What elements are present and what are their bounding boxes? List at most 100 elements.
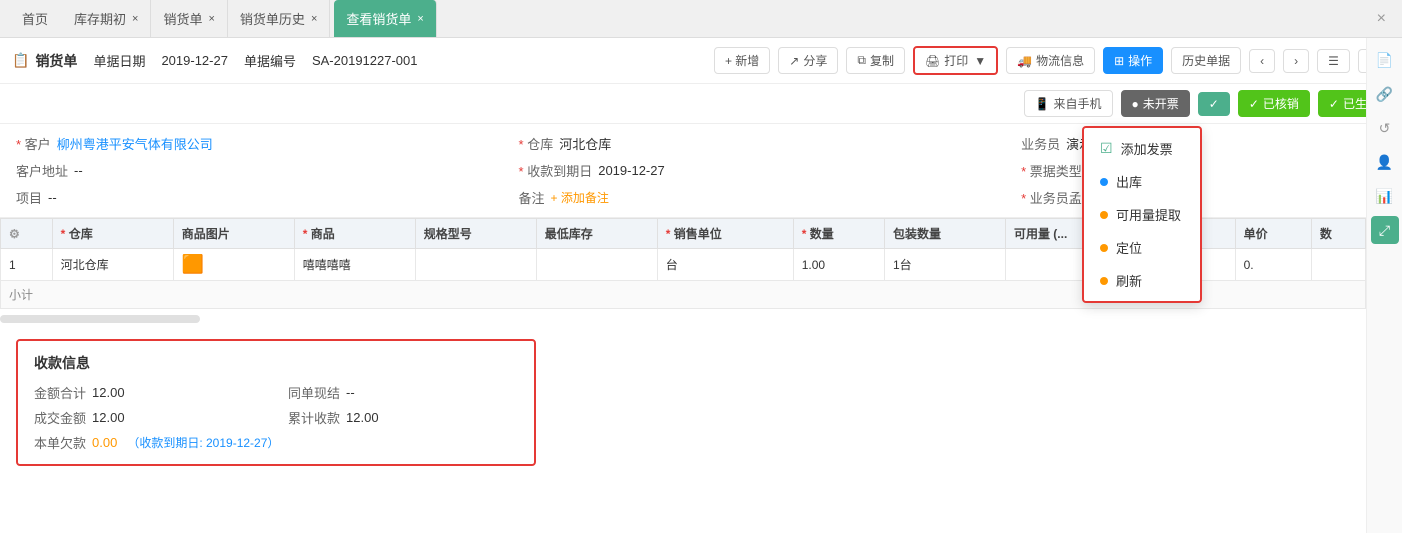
phone-icon: 📱 (1035, 97, 1050, 111)
remark-add-button[interactable]: + 添加备注 (551, 189, 609, 206)
row-product: 嘻嘻嘻嘻 (294, 249, 415, 281)
col-image: 商品图片 (173, 219, 294, 249)
from-phone-button[interactable]: 📱 来自手机 (1024, 90, 1113, 117)
project-row: 项目 -- (16, 188, 503, 207)
toolbar: + 新增 ↗ 分享 ⧉ 复制 🖨 打印 ▼ 🚚 物流信息 (714, 46, 1390, 75)
grid-view-button[interactable]: ☰ (1317, 49, 1350, 73)
tab-close-view-sales[interactable]: × (417, 13, 423, 25)
dropdown-outbound[interactable]: 出库 (1084, 165, 1200, 198)
orange-dot-icon-1 (1100, 211, 1108, 219)
copy-button[interactable]: ⧉ 复制 (846, 47, 905, 74)
total-received-value: 12.00 (346, 410, 379, 425)
col-unit: 销售单位 (657, 219, 793, 249)
tab-sales[interactable]: 销货单 × (151, 0, 227, 37)
copy-icon: ⧉ (857, 53, 866, 68)
dropdown-outbound-label: 出库 (1116, 172, 1142, 191)
dropdown-available-extract[interactable]: 可用量提取 (1084, 198, 1200, 231)
not-opened-button[interactable]: ● 未开票 (1121, 90, 1190, 117)
deal-amount-value: 12.00 (92, 410, 125, 425)
staff-label: 业务员 (1021, 134, 1060, 153)
row-amount (1311, 249, 1365, 281)
settings-icon[interactable]: ⚙ (9, 227, 20, 241)
logistics-button[interactable]: 🚚 物流信息 (1006, 47, 1095, 74)
customer-row: 客户 柳州粤港平安气体有限公司 (16, 134, 503, 153)
row-qty: 1.00 (793, 249, 884, 281)
col-price: 单价 (1235, 219, 1311, 249)
prev-button[interactable]: ‹ (1249, 49, 1275, 73)
col-qty: 数量 (793, 219, 884, 249)
sidebar-icon-chart[interactable]: 📊 (1371, 182, 1399, 210)
sidebar-icon-user[interactable]: 👤 (1371, 148, 1399, 176)
due-date-label: 收款到期日 (519, 161, 593, 180)
due-date-row: 收款到期日 2019-12-27 (519, 161, 1006, 180)
amount-value: 12.00 (92, 385, 125, 400)
dropdown-refresh[interactable]: 刷新 (1084, 264, 1200, 297)
payment-title: 收款信息 (34, 353, 518, 373)
total-received-row: 累计收款 12.00 (288, 408, 518, 427)
address-label: 客户地址 (16, 161, 68, 180)
dropdown-refresh-label: 刷新 (1116, 271, 1142, 290)
tab-close-inventory[interactable]: × (132, 13, 138, 25)
address-row: 客户地址 -- (16, 161, 503, 180)
date-label: 单据日期 (93, 51, 145, 70)
print-dropdown-arrow: ▼ (974, 54, 986, 68)
blue-dot-icon (1100, 178, 1108, 186)
checkbox-icon: ☑ (1100, 140, 1113, 157)
dropdown-menu: ☑ 添加发票 出库 可用量提取 定位 刷新 (1082, 126, 1202, 303)
doc-header: 📋 销货单 单据日期 2019-12-27 单据编号 SA-20191227-0… (0, 38, 1402, 84)
tab-home[interactable]: 首页 (8, 9, 62, 28)
row-warehouse: 河北仓库 (52, 249, 173, 281)
sidebar-icon-doc[interactable]: 📄 (1371, 46, 1399, 74)
horizontal-scrollbar[interactable] (0, 315, 200, 323)
tab-close-all[interactable]: × (1369, 10, 1394, 28)
next-button[interactable]: › (1283, 49, 1309, 73)
due-date-value: 2019-12-27 (598, 163, 665, 178)
check-button[interactable]: ✓ (1198, 92, 1230, 116)
warehouse-value: 河北仓库 (559, 134, 611, 153)
customer-label: 客户 (16, 134, 51, 153)
row-price: 0. (1235, 249, 1311, 281)
new-button[interactable]: + 新增 (714, 47, 770, 74)
print-button[interactable]: 🖨 打印 ▼ (913, 46, 998, 75)
warehouse-row: 仓库 河北仓库 (519, 134, 1006, 153)
remark-row: 备注 + 添加备注 (519, 188, 1006, 207)
salesman-label: 业务员孟 (1021, 188, 1082, 207)
sidebar-icon-expand[interactable]: ⤢ (1371, 216, 1399, 244)
col-min-stock: 最低库存 (536, 219, 657, 249)
print-icon: 🖨 (925, 54, 940, 68)
sidebar-icon-refresh[interactable]: ↺ (1371, 114, 1399, 142)
dropdown-add-invoice[interactable]: ☑ 添加发票 (1084, 132, 1200, 165)
dropdown-locate[interactable]: 定位 (1084, 231, 1200, 264)
no-value: SA-20191227-001 (312, 53, 418, 68)
tab-close-sales-history[interactable]: × (311, 13, 317, 25)
dropdown-add-invoice-label: 添加发票 (1121, 139, 1173, 158)
due-date-text: （收款到期日: 2019-12-27） (127, 434, 279, 451)
tab-view-sales[interactable]: 查看销货单 × (334, 0, 436, 37)
history-button[interactable]: 历史单据 (1171, 47, 1241, 74)
ticket-icon: ● (1132, 97, 1139, 111)
ticket-row: 票据类型 不开票 (1021, 161, 1386, 180)
ticket-label: 票据类型 (1021, 161, 1082, 180)
col-pkg-qty: 包装数量 (884, 219, 1005, 249)
tab-inventory[interactable]: 库存期初 × (62, 0, 151, 37)
logistics-icon: 🚚 (1017, 54, 1032, 68)
operation-button[interactable]: ⊞ 操作 (1103, 47, 1163, 74)
tab-sales-history[interactable]: 销货单历史 × (228, 0, 330, 37)
share-button[interactable]: ↗ 分享 (778, 47, 838, 74)
amount-row: 金额合计 12.00 (34, 383, 264, 402)
deal-amount-label: 成交金额 (34, 408, 86, 427)
right-sidebar: 📄 🔗 ↺ 👤 📊 ⤢ (1366, 38, 1402, 533)
same-order-label: 同单现结 (288, 383, 340, 402)
tab-home-label: 首页 (22, 12, 48, 27)
sidebar-icon-link[interactable]: 🔗 (1371, 80, 1399, 108)
col-amount: 数 (1311, 219, 1365, 249)
dropdown-locate-label: 定位 (1116, 238, 1142, 257)
deal-amount-row: 成交金额 12.00 (34, 408, 264, 427)
customer-value[interactable]: 柳州粤港平安气体有限公司 (57, 134, 213, 153)
address-value: -- (74, 163, 83, 178)
tab-close-sales[interactable]: × (208, 13, 214, 25)
dropdown-overlay: ☑ 添加发票 出库 可用量提取 定位 刷新 (1082, 126, 1202, 303)
share-icon: ↗ (789, 54, 799, 68)
doc-type-icon: 📋 (12, 52, 29, 69)
sold-button[interactable]: ✓ 已核销 (1238, 90, 1310, 117)
